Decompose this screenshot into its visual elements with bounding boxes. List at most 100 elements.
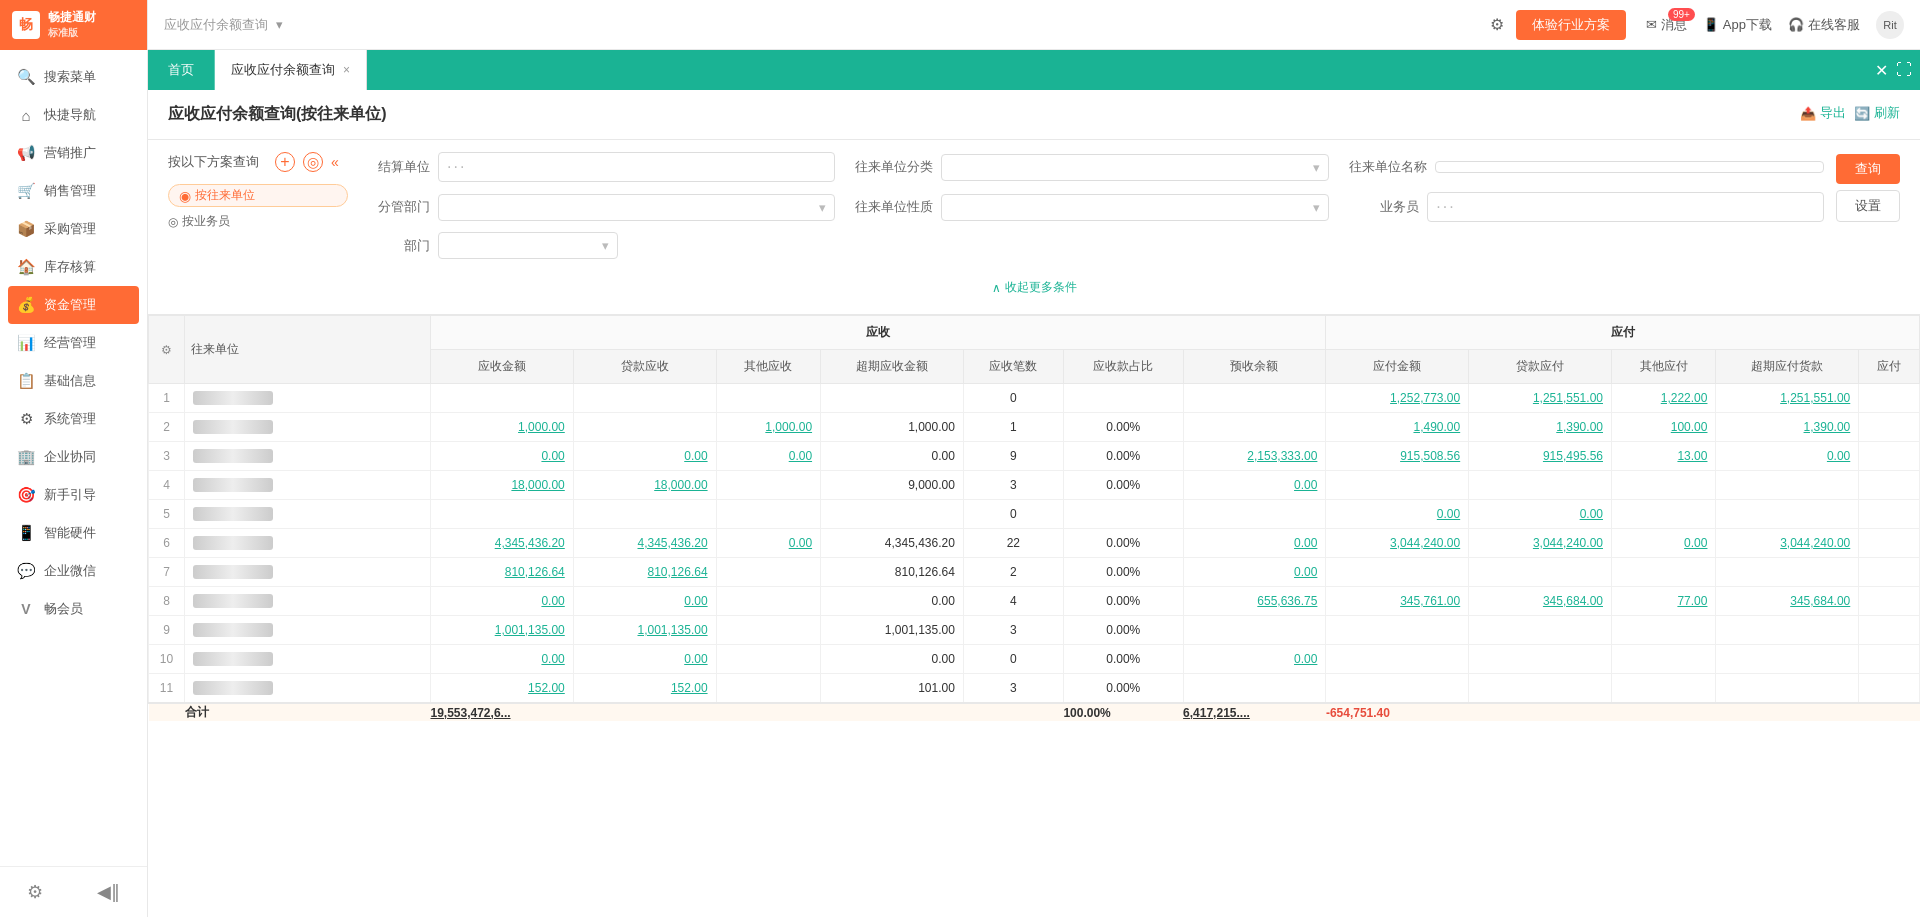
sidebar-item-inventory[interactable]: 🏠 库存核算: [0, 248, 147, 286]
tab-active[interactable]: 应收应付余额查询 ×: [215, 50, 367, 90]
sidebar-item-member[interactable]: V 畅会员: [0, 590, 147, 628]
sidebar-item-enterprise[interactable]: 🏢 企业协同: [0, 438, 147, 476]
filter-scheme-salesperson[interactable]: ◎ 按业务员: [168, 213, 348, 230]
table-footer: 合计 19,553,472,6... 100.00% 6,417,215....…: [149, 703, 1920, 721]
settlement-input[interactable]: ···: [438, 152, 835, 182]
salesperson-input[interactable]: ···: [1427, 192, 1824, 222]
sidebar-item-purchase[interactable]: 📦 采购管理: [0, 210, 147, 248]
refresh-label: 刷新: [1874, 104, 1900, 122]
tab-fullscreen-icon[interactable]: ⛶: [1896, 61, 1912, 79]
header-right: ✉ 消息 99+ 📱 App下载 🎧 在线客服 Rit: [1646, 11, 1904, 39]
refresh-icon: 🔄: [1854, 106, 1870, 121]
partner-name-label: 往来单位名称: [1349, 158, 1427, 176]
sidebar: 畅 畅捷通财 标准版 🔍 搜索菜单 ⌂ 快捷导航 📢 营销推广 🛒 销售管理 📦…: [0, 0, 148, 917]
col-p-extra: 应付: [1859, 350, 1920, 384]
partner-category-input[interactable]: ▾: [941, 154, 1330, 181]
tab-close-window-icon[interactable]: ✕: [1875, 61, 1888, 80]
tab-close-icon[interactable]: ×: [343, 63, 350, 77]
sidebar-label-marketing: 营销推广: [44, 144, 96, 162]
user-name: Rit: [1883, 19, 1896, 31]
filter-field-partner-category: 往来单位分类 ▾: [855, 152, 1330, 182]
collapse-more-button[interactable]: ∧ 收起更多条件: [168, 273, 1900, 302]
purchase-icon: 📦: [16, 220, 36, 238]
filter-field-partner-nature: 往来单位性质 ▾: [855, 192, 1330, 222]
user-avatar[interactable]: Rit: [1876, 11, 1904, 39]
partner-name: xxxxxxxxxx: [185, 471, 431, 500]
data-table: ⚙ 往来单位 应收 应付 应收金额 贷款应收 其他应收 超期应收金额 应收笔数 …: [148, 315, 1920, 721]
marketing-icon: 📢: [16, 144, 36, 162]
sidebar-item-finance[interactable]: 💰 资金管理: [8, 286, 139, 324]
footer-r-prepay[interactable]: 6,417,215....: [1183, 703, 1326, 721]
col-r-amount: 应收金额: [430, 350, 573, 384]
dept-input[interactable]: ▾: [438, 194, 835, 221]
col-r-loan: 贷款应收: [573, 350, 716, 384]
query-buttons: 查询 设置: [1836, 152, 1900, 222]
refresh-button[interactable]: 🔄 刷新: [1854, 104, 1900, 122]
table-row: 9xxxxxxxxxx1,001,135.001,001,135.001,001…: [149, 616, 1920, 645]
filter-scheme-label: 按以下方案查询: [168, 153, 259, 171]
scheme-partner-label: 按往来单位: [195, 187, 255, 204]
collapse-label: 收起更多条件: [1005, 279, 1077, 296]
tab-bar-actions: ✕ ⛶: [1875, 61, 1920, 80]
sidebar-settings-btn[interactable]: ⚙: [19, 877, 51, 907]
partner-name: xxxxxxxxxx: [185, 616, 431, 645]
filter-expand-button[interactable]: «: [331, 154, 339, 170]
scheme-partner-icon: ◉: [179, 188, 191, 204]
table-payable-group: 应付: [1326, 316, 1920, 350]
page-actions: 📤 导出 🔄 刷新: [1800, 104, 1900, 136]
sidebar-item-wechat[interactable]: 💬 企业微信: [0, 552, 147, 590]
sidebar-item-sales[interactable]: 🛒 销售管理: [0, 172, 147, 210]
header-gear-icon[interactable]: ⚙: [1490, 15, 1504, 34]
table-row: 6^4,345,436.204,345,436.200.004,345,436.…: [149, 529, 1920, 558]
footer-r-other: [716, 703, 820, 721]
col-p-overdue: 超期应付货款: [1716, 350, 1859, 384]
table-row: 4xxxxxxxxxx18,000.0018,000.009,000.0030.…: [149, 471, 1920, 500]
message-button[interactable]: ✉ 消息 99+: [1646, 16, 1687, 34]
filter-scheme-partner[interactable]: ◉ 按往来单位: [168, 184, 348, 207]
top-header: 应收应付余额查询 ▾ ⚙ 体验行业方案 ✉ 消息 99+ 📱 App下载 🎧 在…: [148, 0, 1920, 50]
export-button[interactable]: 📤 导出: [1800, 104, 1846, 122]
promo-button[interactable]: 体验行业方案: [1516, 10, 1626, 40]
sidebar-item-quick-nav[interactable]: ⌂ 快捷导航: [0, 96, 147, 134]
sidebar-item-operation[interactable]: 📊 经营管理: [0, 324, 147, 362]
breadcrumb-chevron-icon: ▾: [276, 17, 283, 32]
sidebar-item-hardware[interactable]: 📱 智能硬件: [0, 514, 147, 552]
sidebar-item-marketing[interactable]: 📢 营销推广: [0, 134, 147, 172]
service-icon: 🎧: [1788, 17, 1804, 32]
online-service-button[interactable]: 🎧 在线客服: [1788, 16, 1860, 34]
table-row: 8P0.000.000.0040.00%655,636.75345,761.00…: [149, 587, 1920, 616]
partner-name: xxxxxxxxxx: [185, 558, 431, 587]
table-area: ⚙ 往来单位 应收 应付 应收金额 贷款应收 其他应收 超期应收金额 应收笔数 …: [148, 315, 1920, 917]
table-row: 3xxxxxxxxxx0.000.000.000.0090.00%2,153,3…: [149, 442, 1920, 471]
page-header: 应收应付余额查询(按往来单位) 📤 导出 🔄 刷新: [148, 90, 1920, 140]
partner-nature-input[interactable]: ▾: [941, 194, 1330, 221]
settings-button[interactable]: 设置: [1836, 190, 1900, 222]
sidebar-item-base-info[interactable]: 📋 基础信息: [0, 362, 147, 400]
filter-field-department: 部门 ▾: [360, 232, 618, 259]
department-label: 部门: [360, 237, 430, 255]
filter-scheme-panel: 按以下方案查询 + ◎ « ◉ 按往来单位 ◎ 按业务员: [168, 152, 348, 230]
newbie-icon: 🎯: [16, 486, 36, 504]
app-download-button[interactable]: 📱 App下载: [1703, 16, 1772, 34]
tab-home[interactable]: 首页: [148, 50, 215, 90]
filter-setting-button[interactable]: ◎: [303, 152, 323, 172]
table-row: 10xxxxxxxxxx0.000.000.0000.00%0.00: [149, 645, 1920, 674]
sidebar-item-system[interactable]: ⚙ 系统管理: [0, 400, 147, 438]
partner-name-input[interactable]: [1435, 161, 1824, 173]
table-settings-col[interactable]: ⚙: [149, 316, 185, 384]
department-input[interactable]: ▾: [438, 232, 618, 259]
sidebar-label-newbie: 新手引导: [44, 486, 96, 504]
filter-add-button[interactable]: +: [275, 152, 295, 172]
sidebar-item-search[interactable]: 🔍 搜索菜单: [0, 58, 147, 96]
finance-icon: 💰: [16, 296, 36, 314]
settlement-dots: ···: [447, 158, 466, 176]
sidebar-item-newbie[interactable]: 🎯 新手引导: [0, 476, 147, 514]
export-label: 导出: [1820, 104, 1846, 122]
sidebar-collapse-btn[interactable]: ◀‖: [89, 877, 128, 907]
table-partner-col: 往来单位: [185, 316, 431, 384]
partner-name: xxxxxxxxxx: [185, 674, 431, 704]
query-button[interactable]: 查询: [1836, 154, 1900, 184]
footer-r-amount[interactable]: 19,553,472,6...: [430, 703, 573, 721]
hardware-icon: 📱: [16, 524, 36, 542]
inventory-icon: 🏠: [16, 258, 36, 276]
